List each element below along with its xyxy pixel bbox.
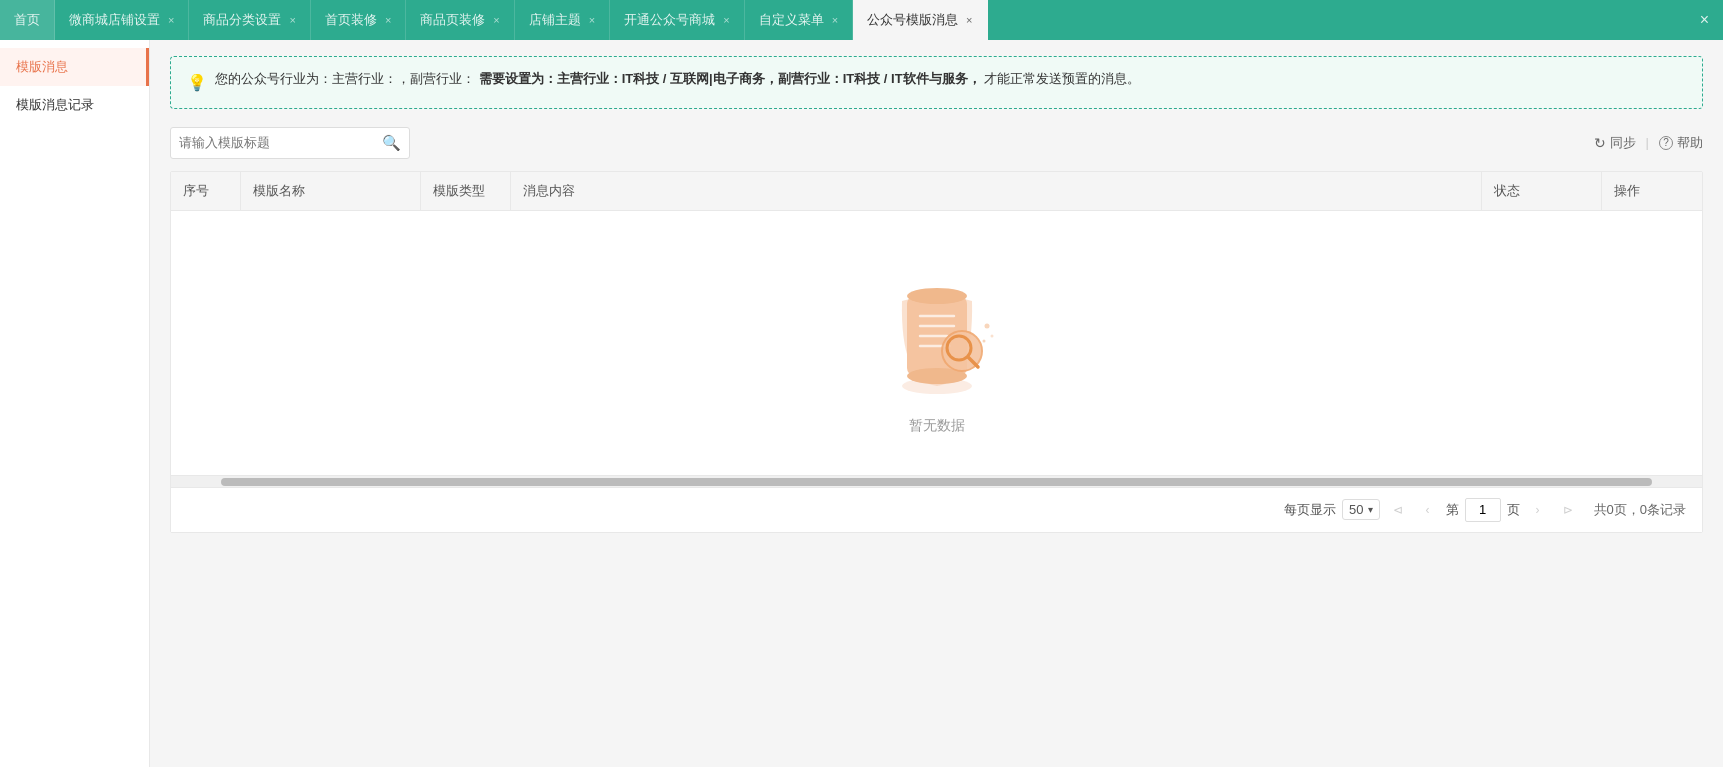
svg-point-2 xyxy=(907,288,967,304)
nav-tab-4[interactable]: 商品页装修× xyxy=(406,0,514,40)
table-header: 序号 模版名称 模版类型 消息内容 状态 操作 xyxy=(171,172,1702,211)
page-size-label: 每页显示 xyxy=(1284,501,1336,519)
page-label: 页 xyxy=(1507,501,1520,519)
help-label: 帮助 xyxy=(1677,134,1703,152)
prev-page-button[interactable]: ‹ xyxy=(1416,498,1440,522)
sync-button[interactable]: ↻ 同步 xyxy=(1594,134,1636,152)
search-bar: 🔍 ↻ 同步 | ? 帮助 xyxy=(170,127,1703,159)
search-input-wrap[interactable]: 🔍 xyxy=(170,127,410,159)
notice-suffix: 才能正常发送预置的消息。 xyxy=(984,71,1140,86)
last-page-button[interactable]: ⊳ xyxy=(1556,498,1580,522)
first-page-button[interactable]: ⊲ xyxy=(1386,498,1410,522)
tab-close-icon-2[interactable]: × xyxy=(289,14,295,26)
sidebar-item-0[interactable]: 模版消息 xyxy=(0,48,149,86)
nav-tab-7[interactable]: 自定义菜单× xyxy=(745,0,853,40)
main-layout: 模版消息模版消息记录 💡 您的公众号行业为：主营行业：，副营行业： 需要设置为：… xyxy=(0,40,1723,767)
nav-tab-8[interactable]: 公众号模版消息× xyxy=(853,0,987,40)
nav-tab-0[interactable]: 首页 xyxy=(0,0,55,40)
nav-tab-2[interactable]: 商品分类设置× xyxy=(189,0,310,40)
data-table: 序号 模版名称 模版类型 消息内容 状态 操作 xyxy=(170,171,1703,533)
help-icon: ? xyxy=(1659,136,1673,150)
nav-tab-1[interactable]: 微商城店铺设置× xyxy=(55,0,189,40)
page-size-select[interactable]: 50 ▾ xyxy=(1342,499,1379,520)
col-header-status: 状态 xyxy=(1482,172,1602,210)
nav-tab-3[interactable]: 首页装修× xyxy=(311,0,406,40)
tab-close-icon-5[interactable]: × xyxy=(589,14,595,26)
empty-state: 暂无数据 xyxy=(171,211,1702,475)
svg-point-12 xyxy=(990,334,993,337)
bulb-icon: 💡 xyxy=(187,70,207,96)
chevron-down-icon: ▾ xyxy=(1368,504,1373,515)
divider: | xyxy=(1646,135,1649,150)
page-total: 共0页，0条记录 xyxy=(1594,501,1686,519)
col-header-action: 操作 xyxy=(1602,172,1702,210)
page-size-value: 50 xyxy=(1349,502,1363,517)
svg-point-11 xyxy=(984,323,989,328)
top-nav: 首页微商城店铺设置×商品分类设置×首页装修×商品页装修×店铺主题×开通公众号商城… xyxy=(0,0,1723,40)
horizontal-scrollbar[interactable] xyxy=(171,475,1702,487)
nav-tab-6[interactable]: 开通公众号商城× xyxy=(610,0,744,40)
top-actions: ↻ 同步 | ? 帮助 xyxy=(1594,134,1703,152)
empty-text: 暂无数据 xyxy=(909,417,965,435)
current-page-input[interactable] xyxy=(1465,498,1501,522)
search-icon[interactable]: 🔍 xyxy=(382,134,401,152)
content-area: 💡 您的公众号行业为：主营行业：，副营行业： 需要设置为：主营行业：IT科技 /… xyxy=(150,40,1723,767)
notice-prefix: 您的公众号行业为：主营行业：，副营行业： xyxy=(215,71,475,86)
col-header-type: 模版类型 xyxy=(421,172,511,210)
sidebar: 模版消息模版消息记录 xyxy=(0,40,150,767)
tab-close-icon-6[interactable]: × xyxy=(723,14,729,26)
help-button[interactable]: ? 帮助 xyxy=(1659,134,1703,152)
scrollbar-thumb[interactable] xyxy=(221,478,1652,486)
notice-highlight: 需要设置为：主营行业：IT科技 / 互联网|电子商务，副营行业：IT科技 / I… xyxy=(479,71,981,86)
next-page-button[interactable]: › xyxy=(1526,498,1550,522)
search-input[interactable] xyxy=(179,135,378,150)
notice-text: 您的公众号行业为：主营行业：，副营行业： 需要设置为：主营行业：IT科技 / 互… xyxy=(215,69,1140,90)
sync-icon: ↻ xyxy=(1594,135,1606,151)
tab-close-icon-4[interactable]: × xyxy=(493,14,499,26)
col-header-index: 序号 xyxy=(171,172,241,210)
tab-close-icon-7[interactable]: × xyxy=(832,14,838,26)
page-prefix: 第 xyxy=(1446,501,1459,519)
tab-close-icon-8[interactable]: × xyxy=(966,14,972,26)
tab-close-icon-1[interactable]: × xyxy=(168,14,174,26)
sidebar-item-1[interactable]: 模版消息记录 xyxy=(0,86,149,124)
tab-close-icon-3[interactable]: × xyxy=(385,14,391,26)
sync-label: 同步 xyxy=(1610,134,1636,152)
col-header-content: 消息内容 xyxy=(511,172,1482,210)
pagination: 每页显示 50 ▾ ⊲ ‹ 第 页 › ⊳ 共0页，0条记录 xyxy=(171,487,1702,532)
close-all-button[interactable]: × xyxy=(1686,11,1723,29)
notice-box: 💡 您的公众号行业为：主营行业：，副营行业： 需要设置为：主营行业：IT科技 /… xyxy=(170,56,1703,109)
empty-illustration xyxy=(872,271,1002,401)
svg-point-13 xyxy=(982,339,985,342)
nav-tab-5[interactable]: 店铺主题× xyxy=(515,0,610,40)
col-header-name: 模版名称 xyxy=(241,172,421,210)
